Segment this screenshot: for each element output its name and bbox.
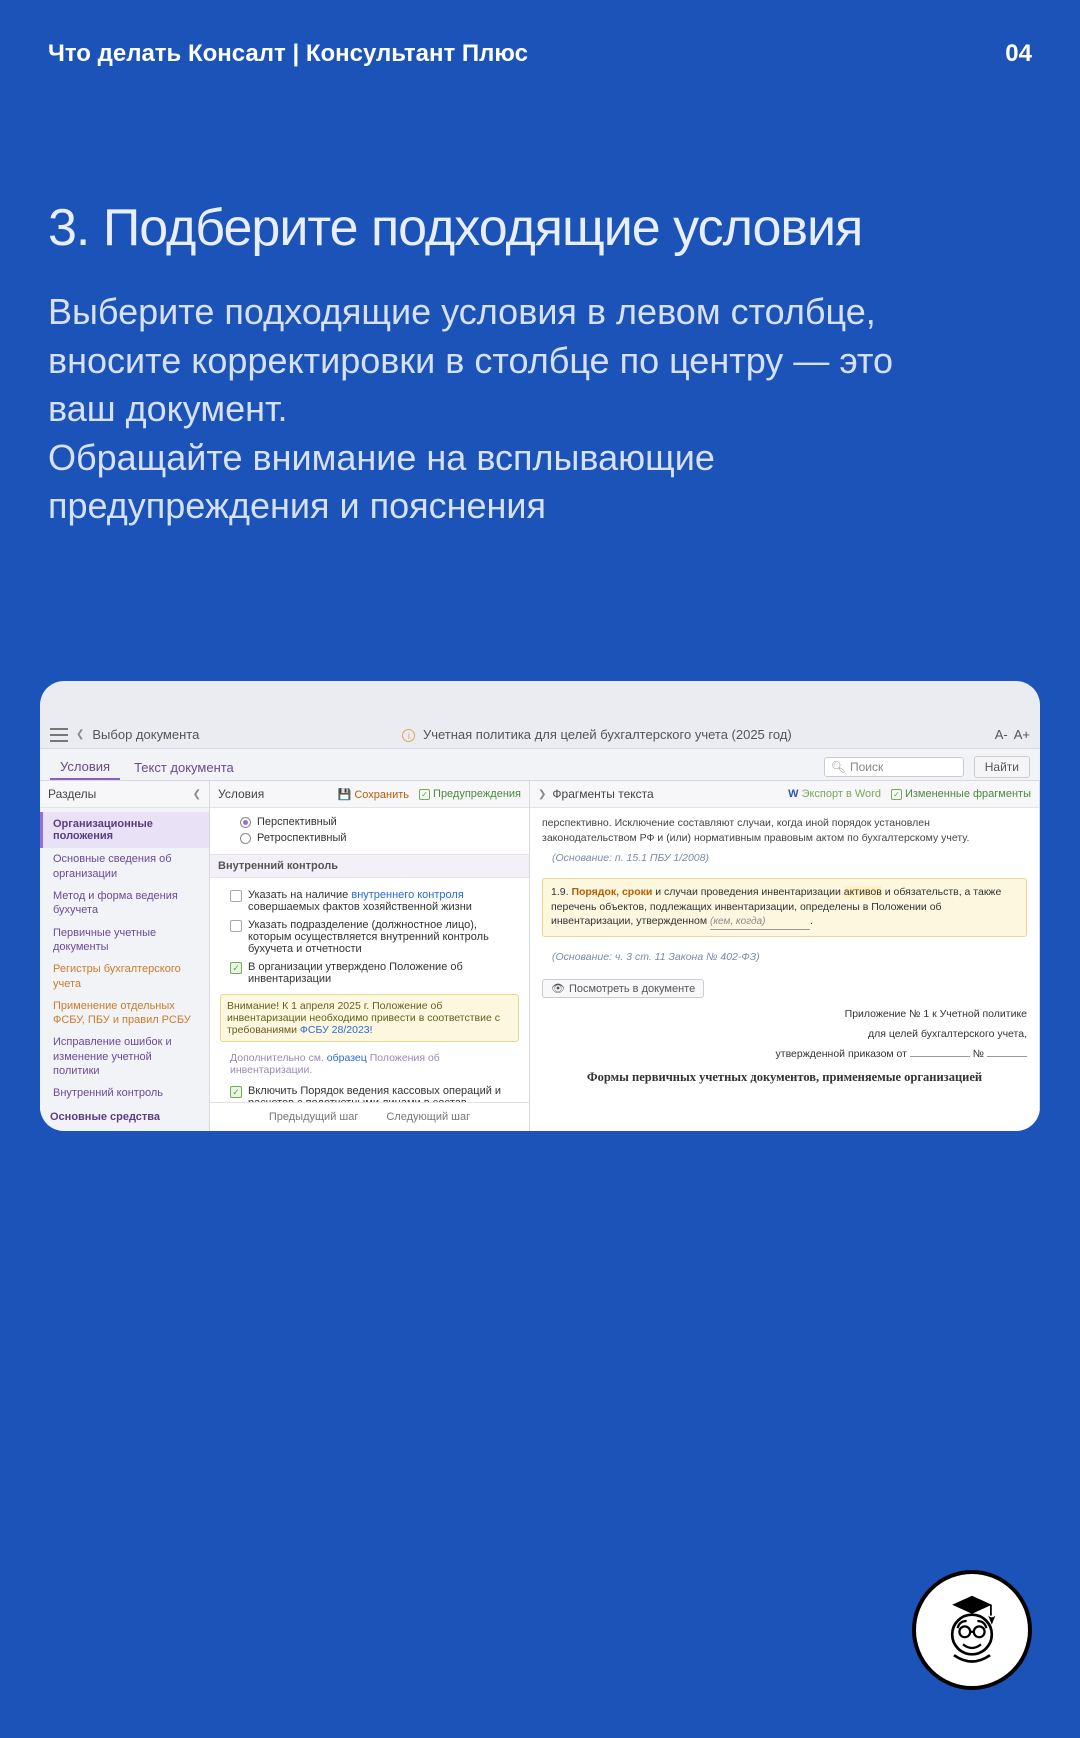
section-item[interactable]: Внутренний контроль bbox=[40, 1082, 209, 1104]
attachment-info: утвержденной приказом от № bbox=[542, 1044, 1027, 1064]
radio-prospective[interactable]: Перспективный bbox=[220, 814, 519, 830]
link-fsbu[interactable]: ФСБУ 28/2023! bbox=[300, 1024, 373, 1036]
hamburger-icon[interactable] bbox=[50, 728, 68, 742]
source-note: (Основание: п. 15.1 ПБУ 1/2008) bbox=[542, 846, 1027, 874]
attachment-info: для целей бухгалтерского учета, bbox=[542, 1024, 1027, 1044]
section-item[interactable]: Применение отдельных ФСБУ, ПБУ и правил … bbox=[40, 995, 209, 1032]
checkbox-icon bbox=[230, 1086, 242, 1098]
checkbox-inventory-policy[interactable]: В организации утверждено Положение об ин… bbox=[220, 958, 519, 988]
info-icon: i bbox=[402, 729, 415, 742]
conditions-header: Условия 💾 Сохранить Предупреждения bbox=[210, 781, 529, 808]
checkbox-icon bbox=[230, 920, 242, 932]
tab-conditions[interactable]: Условия bbox=[50, 753, 120, 780]
checkbox-internal-control[interactable]: Указать на наличие внутреннего контроля … bbox=[220, 886, 519, 916]
slide-body: Выберите подходящие условия в левом стол… bbox=[0, 258, 1000, 531]
subsection-internal-control: Внутренний контроль bbox=[210, 854, 529, 878]
section-group-org[interactable]: Организационные положения bbox=[40, 812, 209, 848]
fragments-header: ❯ Фрагменты текста W Экспорт в Word Изме… bbox=[530, 781, 1039, 808]
prev-step-button[interactable]: Предыдущий шаг bbox=[269, 1111, 359, 1123]
body-line-2: Обращайте внимание на всплывающие предуп… bbox=[48, 434, 952, 531]
collapse-icon[interactable]: ❮ bbox=[193, 789, 201, 800]
checkbox-subdivision[interactable]: Указать подразделение (должностное лицо)… bbox=[220, 916, 519, 958]
radio-icon bbox=[240, 833, 251, 844]
find-button[interactable]: Найти bbox=[974, 756, 1030, 778]
section-fixed-assets[interactable]: Основные средства bbox=[40, 1105, 209, 1129]
logo-badge bbox=[912, 1570, 1032, 1690]
highlighted-fragment: 1.9. Порядок, сроки и случаи проведения … bbox=[542, 878, 1027, 937]
radio-icon bbox=[240, 817, 251, 828]
section-item[interactable]: Основные сведения об организации bbox=[40, 848, 209, 885]
warnings-toggle[interactable]: Предупреждения bbox=[419, 788, 521, 800]
sections-column: Разделы ❮ Организационные положения Осно… bbox=[40, 781, 210, 1131]
attachment-info: Приложение № 1 к Учетной политике bbox=[542, 1004, 1027, 1024]
three-column-layout: Разделы ❮ Организационные положения Осно… bbox=[40, 781, 1040, 1131]
step-navigation: Предыдущий шаг Следующий шаг bbox=[210, 1102, 529, 1131]
document-title: i Учетная политика для целей бухгалтерск… bbox=[207, 727, 986, 743]
source-note-2: (Основание: ч. 3 ст. 11 Закона № 402-ФЗ) bbox=[542, 945, 1027, 973]
supplementary-note: Дополнительно см. образец Положения об и… bbox=[220, 1048, 519, 1082]
tabs-row: Условия Текст документа 🔍︎ Поиск Найти bbox=[40, 749, 1040, 781]
scholar-icon bbox=[927, 1585, 1017, 1675]
changed-fragments-toggle[interactable]: Измененные фрагменты bbox=[891, 788, 1031, 800]
link-internal-control[interactable]: внутреннего контроля bbox=[351, 889, 463, 901]
fill-in-placeholder[interactable]: (кем, когда) bbox=[710, 915, 810, 930]
export-word-button[interactable]: W Экспорт в Word bbox=[788, 788, 881, 800]
back-link[interactable]: Выбор документа bbox=[92, 727, 199, 742]
body-line-1: Выберите подходящие условия в левом стол… bbox=[48, 288, 952, 434]
warning-fsbu: Внимание! К 1 апреля 2025 г. Положение о… bbox=[220, 994, 519, 1042]
section-item[interactable]: Исправление ошибок и изменение учетной п… bbox=[40, 1031, 209, 1082]
search-input[interactable]: 🔍︎ Поиск bbox=[824, 757, 964, 777]
fragments-column: ❯ Фрагменты текста W Экспорт в Word Изме… bbox=[530, 781, 1040, 1131]
next-step-button[interactable]: Следующий шаг bbox=[386, 1111, 470, 1123]
search-icon: 🔍︎ bbox=[831, 760, 846, 774]
checkbox-icon bbox=[230, 890, 242, 902]
section-item[interactable]: Регистры бухгалтерского учета bbox=[40, 958, 209, 995]
section-intangible[interactable]: Нематериальные активы bbox=[40, 1129, 209, 1131]
sections-header: Разделы ❮ bbox=[40, 781, 209, 808]
checkbox-icon bbox=[230, 962, 242, 974]
radio-retrospective[interactable]: Ретроспективный bbox=[220, 830, 519, 846]
section-item[interactable]: Метод и форма ведения бухучета bbox=[40, 885, 209, 922]
save-button[interactable]: 💾 Сохранить bbox=[338, 788, 409, 801]
search-placeholder: Поиск bbox=[850, 760, 883, 774]
fragment-paragraph: перспективно. Исключение составляют случ… bbox=[542, 816, 1027, 845]
section-item[interactable]: Первичные учетные документы bbox=[40, 922, 209, 959]
app-screenshot: ❮ Выбор документа i Учетная политика для… bbox=[40, 681, 1040, 1131]
font-size-controls: A- A+ bbox=[995, 727, 1030, 742]
font-increase[interactable]: A+ bbox=[1014, 727, 1030, 742]
view-in-document-button[interactable]: 👁 Посмотреть в документе bbox=[542, 979, 704, 998]
tab-document-text[interactable]: Текст документа bbox=[124, 754, 244, 779]
page-number: 04 bbox=[1005, 40, 1032, 68]
back-arrow-icon[interactable]: ❮ bbox=[76, 729, 84, 740]
checkbox-cash-order[interactable]: Включить Порядок ведения кассовых операц… bbox=[220, 1082, 519, 1102]
font-decrease[interactable]: A- bbox=[995, 727, 1008, 742]
eye-icon: 👁 bbox=[551, 982, 565, 995]
document-title-text: Учетная политика для целей бухгалтерског… bbox=[423, 727, 792, 742]
expand-icon[interactable]: ❯ bbox=[538, 789, 546, 800]
link-sample[interactable]: образец bbox=[327, 1052, 370, 1064]
forms-heading: Формы первичных учетных документов, прим… bbox=[542, 1064, 1027, 1091]
conditions-column: Условия 💾 Сохранить Предупреждения Персп… bbox=[210, 781, 530, 1131]
slide-title: 3. Подберите подходящие условия bbox=[0, 68, 1080, 258]
app-topbar: ❮ Выбор документа i Учетная политика для… bbox=[40, 721, 1040, 750]
brand-label: Что делать Консалт | Консультант Плюс bbox=[48, 40, 528, 68]
